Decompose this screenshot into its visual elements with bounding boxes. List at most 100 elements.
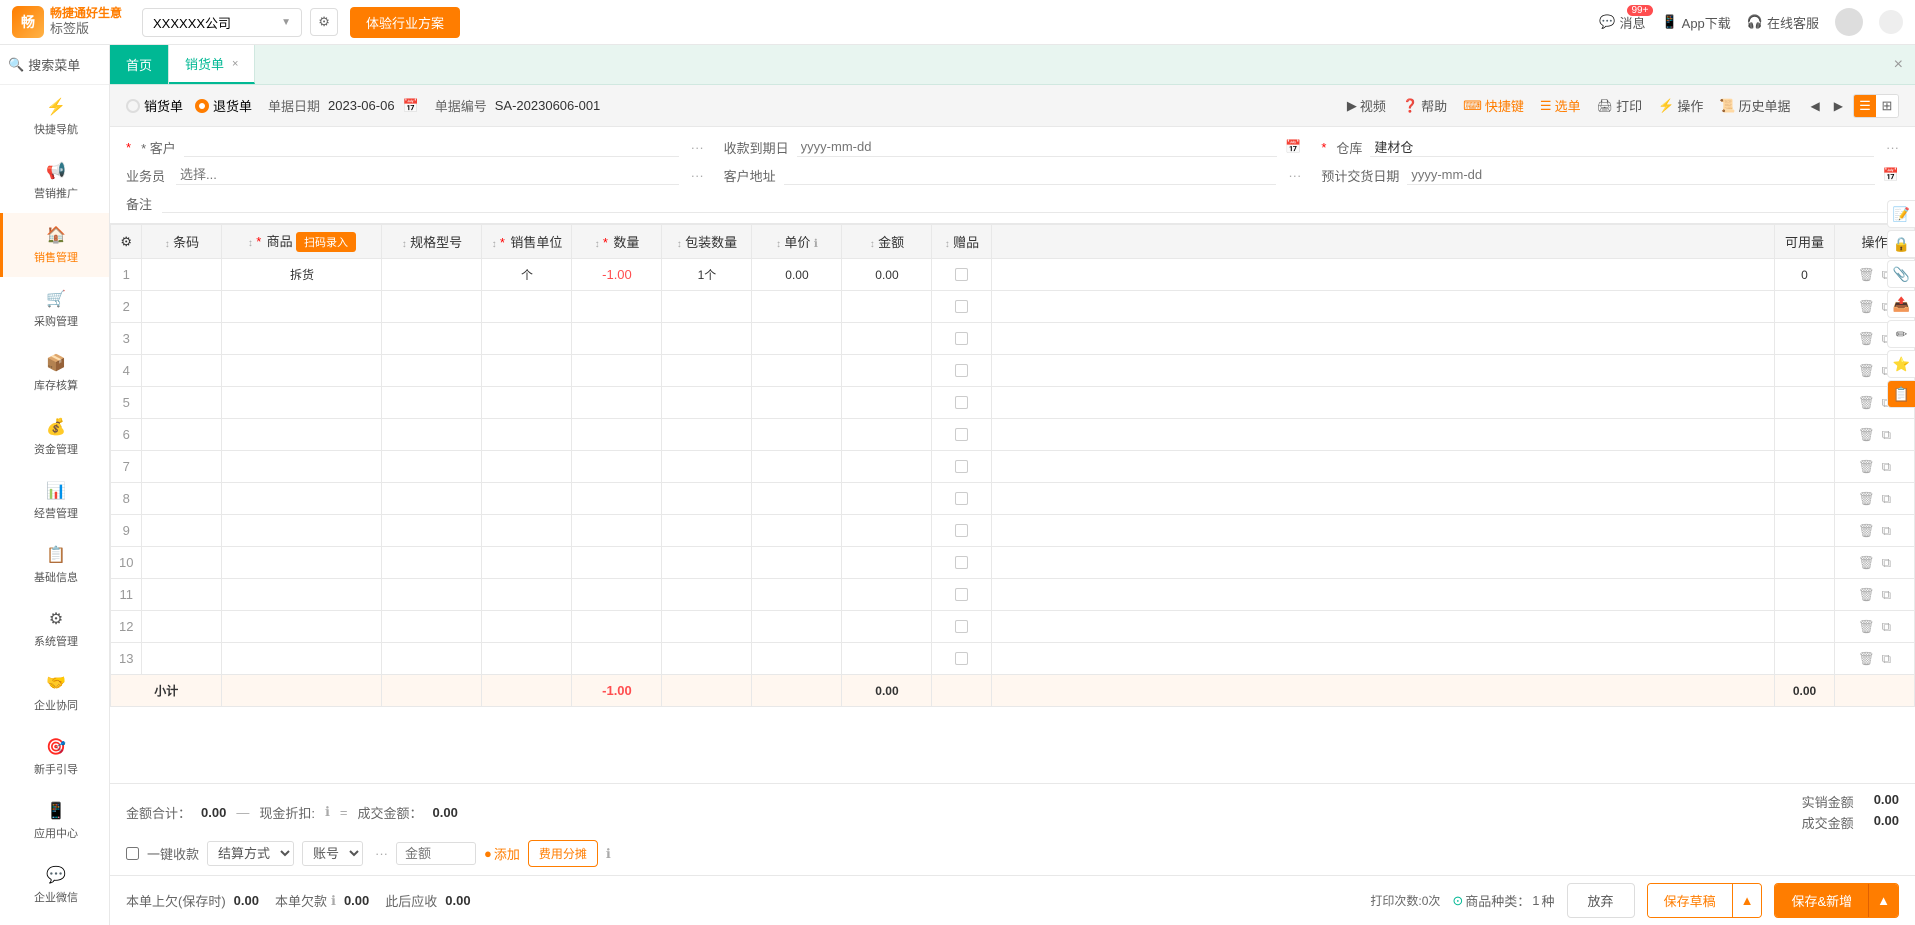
online-service-btn[interactable]: 🎧 在线客服 <box>1747 13 1819 32</box>
settings-button[interactable]: ⚙ <box>310 8 338 36</box>
cell-sales-unit[interactable] <box>482 611 572 643</box>
copy-icon[interactable]: ⧉ <box>1882 523 1891 538</box>
account-select[interactable]: 账号 <box>302 841 363 866</box>
warehouse-input[interactable] <box>1370 137 1874 157</box>
cell-package-qty[interactable] <box>662 323 752 355</box>
expected-delivery-input[interactable] <box>1407 165 1874 185</box>
cell-unit-price[interactable] <box>752 323 842 355</box>
fee-split-btn[interactable]: 费用分摊 <box>528 840 598 867</box>
cell-barcode[interactable] <box>142 483 222 515</box>
sidebar-item-purchase[interactable]: 🛒 采购管理 <box>0 277 109 341</box>
cell-spec[interactable] <box>382 547 482 579</box>
sidebar-item-member[interactable]: 👑 畅会员 <box>0 917 109 925</box>
copy-icon[interactable]: ⧉ <box>1882 651 1891 666</box>
company-select[interactable]: XXXXXX公司 ▼ <box>142 8 302 37</box>
delete-icon[interactable]: 🗑 <box>1858 651 1875 666</box>
cell-goods[interactable] <box>222 579 382 611</box>
cell-sales-unit[interactable] <box>482 579 572 611</box>
delete-icon[interactable]: 🗑 <box>1858 267 1875 282</box>
scan-btn[interactable]: 扫码录入 <box>296 232 356 252</box>
cell-gift[interactable] <box>932 451 992 483</box>
cell-unit-price[interactable] <box>752 355 842 387</box>
message-btn[interactable]: 💬 消息 99+ <box>1599 13 1645 32</box>
one-click-payment-checkbox[interactable] <box>126 847 139 860</box>
cell-amount[interactable] <box>842 483 932 515</box>
cell-spec[interactable] <box>382 419 482 451</box>
delete-icon[interactable]: 🗑 <box>1858 331 1875 346</box>
cell-unit-price[interactable] <box>752 451 842 483</box>
cell-amount[interactable] <box>842 419 932 451</box>
add-payment-btn[interactable]: ● 添加 <box>484 844 520 863</box>
delete-icon[interactable]: 🗑 <box>1858 587 1875 602</box>
cell-unit-price[interactable] <box>752 419 842 451</box>
copy-icon[interactable]: ⧉ <box>1882 619 1891 634</box>
cell-spec[interactable] <box>382 387 482 419</box>
cell-spec[interactable] <box>382 291 482 323</box>
cell-goods[interactable] <box>222 323 382 355</box>
cell-gift[interactable] <box>932 259 992 291</box>
cell-quantity[interactable] <box>572 643 662 675</box>
cell-quantity[interactable] <box>572 547 662 579</box>
cell-quantity[interactable] <box>572 515 662 547</box>
print-btn[interactable]: 🖨 打印 <box>1591 93 1649 118</box>
cell-amount[interactable] <box>842 323 932 355</box>
delete-icon[interactable]: 🗑 <box>1858 491 1875 506</box>
cell-quantity[interactable] <box>572 611 662 643</box>
cell-barcode[interactable] <box>142 547 222 579</box>
sidebar-item-guide[interactable]: 🎯 新手引导 <box>0 725 109 789</box>
customer-address-input[interactable] <box>784 165 1277 185</box>
copy-icon[interactable]: ⧉ <box>1882 555 1891 570</box>
copy-icon[interactable]: ⧉ <box>1882 491 1891 506</box>
delivery-calendar-icon[interactable]: 📅 <box>1883 167 1899 183</box>
save-new-arrow-btn[interactable]: ▲ <box>1869 884 1898 917</box>
cell-spec[interactable] <box>382 355 482 387</box>
sidebar-item-base-info[interactable]: 📋 基础信息 <box>0 533 109 597</box>
cell-spec[interactable] <box>382 643 482 675</box>
cell-sales-unit[interactable] <box>482 291 572 323</box>
help-btn[interactable]: ❓ 帮助 <box>1396 93 1453 118</box>
tab-home[interactable]: 首页 <box>110 45 169 84</box>
cell-quantity[interactable]: -1.00 <box>572 259 662 291</box>
cell-unit-price[interactable] <box>752 611 842 643</box>
cell-amount[interactable] <box>842 355 932 387</box>
cell-goods[interactable]: 拆货 <box>222 259 382 291</box>
operate-btn[interactable]: ⚡ 操作 <box>1652 93 1709 118</box>
cell-spec[interactable] <box>382 259 482 291</box>
prev-btn[interactable]: ◀ <box>1805 96 1826 116</box>
float-btn-4[interactable]: 📤 <box>1887 290 1915 318</box>
cell-goods[interactable] <box>222 387 382 419</box>
remarks-input[interactable] <box>162 193 1899 213</box>
cell-package-qty[interactable] <box>662 355 752 387</box>
fee-info-icon[interactable]: ℹ <box>606 846 611 862</box>
shortcut-btn[interactable]: ⌨ 快捷键 <box>1457 93 1530 118</box>
cell-quantity[interactable] <box>572 451 662 483</box>
history-btn[interactable]: 📜 历史单据 <box>1713 93 1796 118</box>
cell-spec[interactable] <box>382 483 482 515</box>
sidebar-item-sales[interactable]: 🏠 销售管理 <box>0 213 109 277</box>
address-more-icon[interactable]: ··· <box>1288 168 1301 183</box>
cell-sales-unit[interactable] <box>482 483 572 515</box>
cell-package-qty[interactable] <box>662 643 752 675</box>
cell-gift[interactable] <box>932 291 992 323</box>
tab-sales-order[interactable]: 销货单 × <box>169 45 255 84</box>
cell-gift[interactable] <box>932 483 992 515</box>
cell-package-qty[interactable] <box>662 451 752 483</box>
unit-price-info-icon[interactable]: ℹ <box>814 238 818 250</box>
cell-quantity[interactable] <box>572 355 662 387</box>
cell-unit-price[interactable] <box>752 515 842 547</box>
radio-sales-order[interactable]: 销货单 <box>126 96 183 115</box>
float-btn-3[interactable]: 📎 <box>1887 260 1915 288</box>
cell-amount[interactable] <box>842 643 932 675</box>
list-view-btn[interactable]: ☰ <box>1854 95 1876 117</box>
grid-view-btn[interactable]: ⊞ <box>1876 95 1898 117</box>
salesperson-input[interactable] <box>176 165 679 185</box>
cell-unit-price[interactable] <box>752 291 842 323</box>
app-download-btn[interactable]: 📱 App下载 <box>1661 13 1730 32</box>
avatar2[interactable] <box>1879 10 1903 34</box>
cell-barcode[interactable] <box>142 579 222 611</box>
customer-more-icon[interactable]: ··· <box>691 140 704 155</box>
cell-amount[interactable] <box>842 515 932 547</box>
sidebar-item-app-center[interactable]: 📱 应用中心 <box>0 789 109 853</box>
cell-goods[interactable] <box>222 643 382 675</box>
delete-icon[interactable]: 🗑 <box>1858 459 1875 474</box>
